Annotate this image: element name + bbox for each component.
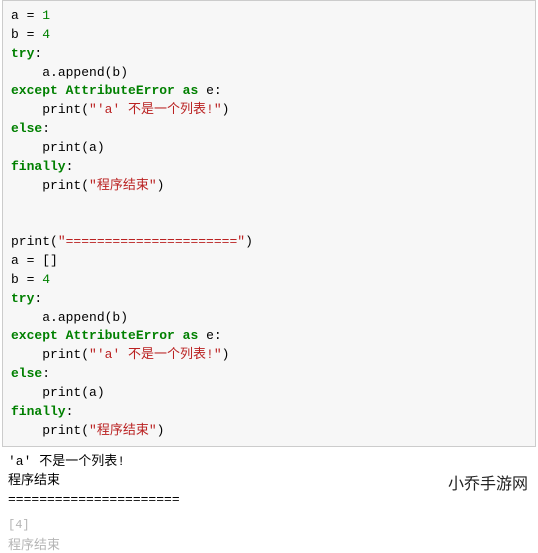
code-token: a.append(b) xyxy=(42,65,128,80)
code-token: e: xyxy=(198,83,221,98)
code-keyword: finally xyxy=(11,159,66,174)
code-token: a.append(b) xyxy=(42,310,128,325)
code-keyword: except xyxy=(11,328,58,343)
code-exception: AttributeError xyxy=(66,83,175,98)
code-keyword: else xyxy=(11,366,42,381)
output-line: 'a' 不是一个列表! xyxy=(8,454,125,469)
code-number: 4 xyxy=(42,272,50,287)
code-number: 4 xyxy=(42,27,50,42)
code-token xyxy=(11,65,42,80)
code-number: 1 xyxy=(42,8,50,23)
code-exception: AttributeError xyxy=(66,328,175,343)
code-keyword: as xyxy=(183,328,199,343)
code-token: b = xyxy=(11,27,42,42)
code-token: a xyxy=(89,140,97,155)
output-line-faded: 程序结束 xyxy=(0,534,538,553)
code-string: "程序结束" xyxy=(89,423,157,438)
output-prompt: [4] xyxy=(0,516,538,534)
code-keyword: except xyxy=(11,83,58,98)
code-keyword: finally xyxy=(11,404,66,419)
code-string: "======================" xyxy=(58,234,245,249)
code-token: b = xyxy=(11,272,42,287)
code-keyword: as xyxy=(183,83,199,98)
watermark-text: 小乔手游网 xyxy=(448,470,528,494)
code-token: print xyxy=(42,102,81,117)
code-cell[interactable]: a = 1 b = 4 try: a.append(b) except Attr… xyxy=(2,0,536,447)
code-keyword: try xyxy=(11,46,34,61)
code-string: "'a' 不是一个列表!" xyxy=(89,347,222,362)
output-line: 程序结束 xyxy=(8,473,60,488)
code-token: : xyxy=(34,46,42,61)
code-token: a = xyxy=(11,8,42,23)
code-string: "'a' 不是一个列表!" xyxy=(89,102,222,117)
code-token xyxy=(11,102,42,117)
code-string: "程序结束" xyxy=(89,178,157,193)
code-keyword: else xyxy=(11,121,42,136)
code-keyword: try xyxy=(11,291,34,306)
code-token: a = [] xyxy=(11,253,58,268)
